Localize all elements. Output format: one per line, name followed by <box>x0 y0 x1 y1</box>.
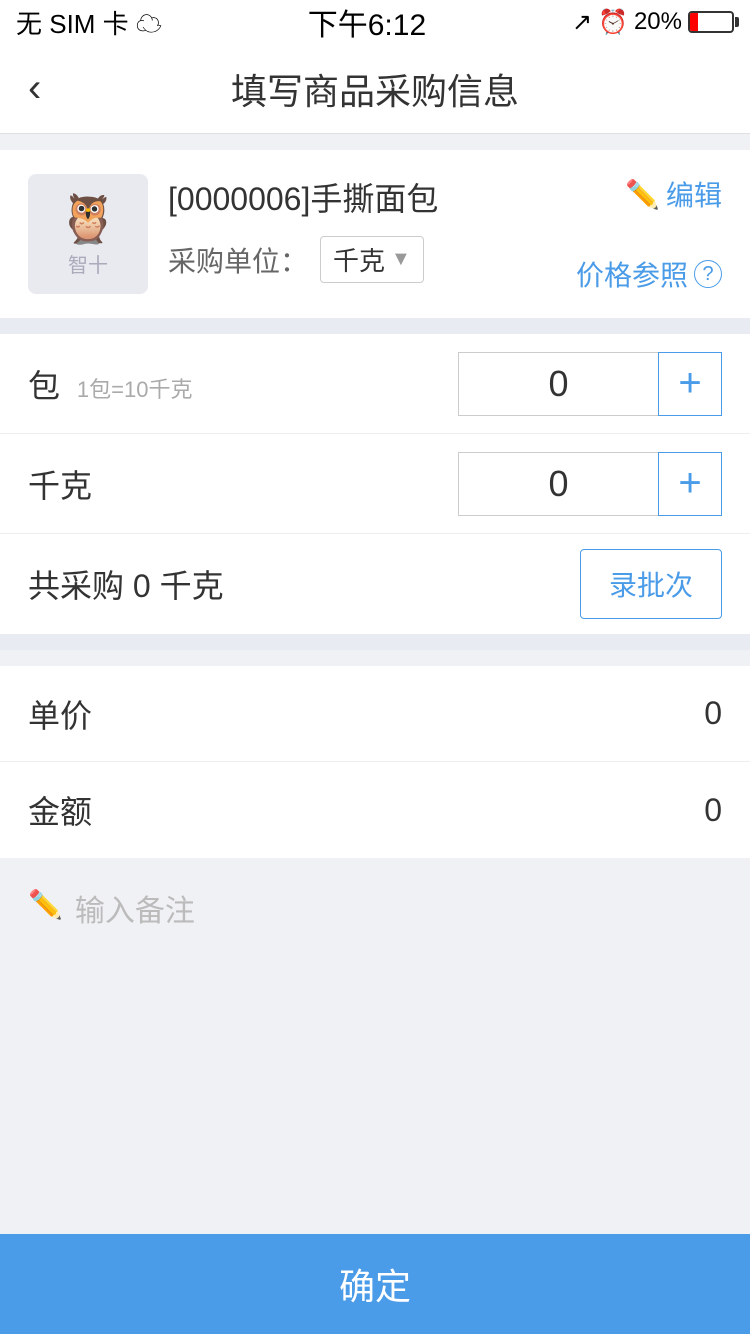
kg-quantity-input[interactable] <box>458 452 658 516</box>
batch-button[interactable]: 录批次 <box>580 549 722 619</box>
status-left: 无 SIM 卡 ☁ <box>16 4 162 41</box>
summary-row: 共采购 0 千克 录批次 <box>0 534 750 634</box>
bag-quantity-box: + <box>458 352 722 416</box>
status-time: 下午6:12 <box>308 0 426 44</box>
amount-row: 金额 0 <box>0 762 750 858</box>
product-thumbnail: 🦉 智十 <box>28 174 148 294</box>
bag-quantity-input[interactable] <box>458 352 658 416</box>
unit-price-label: 单价 <box>28 691 704 737</box>
price-section: 单价 0 金额 0 <box>0 666 750 858</box>
remark-placeholder: 输入备注 <box>75 886 195 930</box>
status-bar: 无 SIM 卡 ☁ 下午6:12 ↗ ⏰ 20% <box>0 0 750 44</box>
kg-quantity-box: + <box>458 452 722 516</box>
amount-label: 金额 <box>28 787 704 833</box>
product-thumb-icon: 🦉 <box>58 190 118 247</box>
input-section: 包 1包=10千克 + 千克 + <box>0 334 750 534</box>
edit-label: 编辑 <box>666 174 722 214</box>
bag-sub-label: 1包=10千克 <box>77 377 193 402</box>
kg-plus-button[interactable]: + <box>658 452 722 516</box>
back-button[interactable]: ‹ <box>28 66 41 111</box>
unit-price-row: 单价 0 <box>0 666 750 762</box>
edit-button[interactable]: ✏️ 编辑 <box>625 174 722 214</box>
divider-1 <box>0 318 750 334</box>
bottom-spacer <box>0 978 750 1278</box>
nav-bar: ‹ 填写商品采购信息 <box>0 44 750 134</box>
divider-2 <box>0 634 750 650</box>
battery-percent: 20% <box>634 8 682 36</box>
unit-dropdown[interactable]: 千克 ▼ <box>320 236 424 283</box>
bag-label: 包 1包=10千克 <box>28 361 458 407</box>
bag-input-row: 包 1包=10千克 + <box>0 334 750 434</box>
amount-value: 0 <box>704 792 722 829</box>
product-card: 🦉 智十 [0000006]手撕面包 采购单位： 千克 ▼ ✏️ 编辑 价格参照… <box>0 150 750 318</box>
confirm-button[interactable]: 确定 <box>0 1234 750 1334</box>
bag-plus-button[interactable]: + <box>658 352 722 416</box>
battery-icon <box>688 11 734 33</box>
unit-value: 千克 <box>333 241 385 278</box>
product-thumb-label: 智十 <box>68 249 108 278</box>
edit-icon: ✏️ <box>625 178 660 211</box>
chevron-down-icon: ▼ <box>391 248 411 271</box>
summary-text: 共采购 0 千克 <box>28 561 224 607</box>
remark-section[interactable]: ✏️ 输入备注 <box>0 858 750 978</box>
kg-input-row: 千克 + <box>0 434 750 534</box>
status-right: ↗ ⏰ 20% <box>572 8 734 37</box>
alarm-icon: ⏰ <box>598 8 628 37</box>
pencil-icon: ✏️ <box>28 888 63 921</box>
kg-label: 千克 <box>28 461 458 507</box>
location-icon: ↗ <box>572 8 592 37</box>
page-title: 填写商品采购信息 <box>231 63 519 115</box>
no-sim-label: 无 SIM 卡 ☁ <box>16 4 162 41</box>
unit-label: 采购单位： <box>168 240 308 280</box>
price-ref-label: 价格参照 <box>576 254 688 294</box>
help-icon: ? <box>694 260 722 288</box>
unit-price-value: 0 <box>704 695 722 732</box>
price-ref-button[interactable]: 价格参照 ? <box>576 254 722 294</box>
